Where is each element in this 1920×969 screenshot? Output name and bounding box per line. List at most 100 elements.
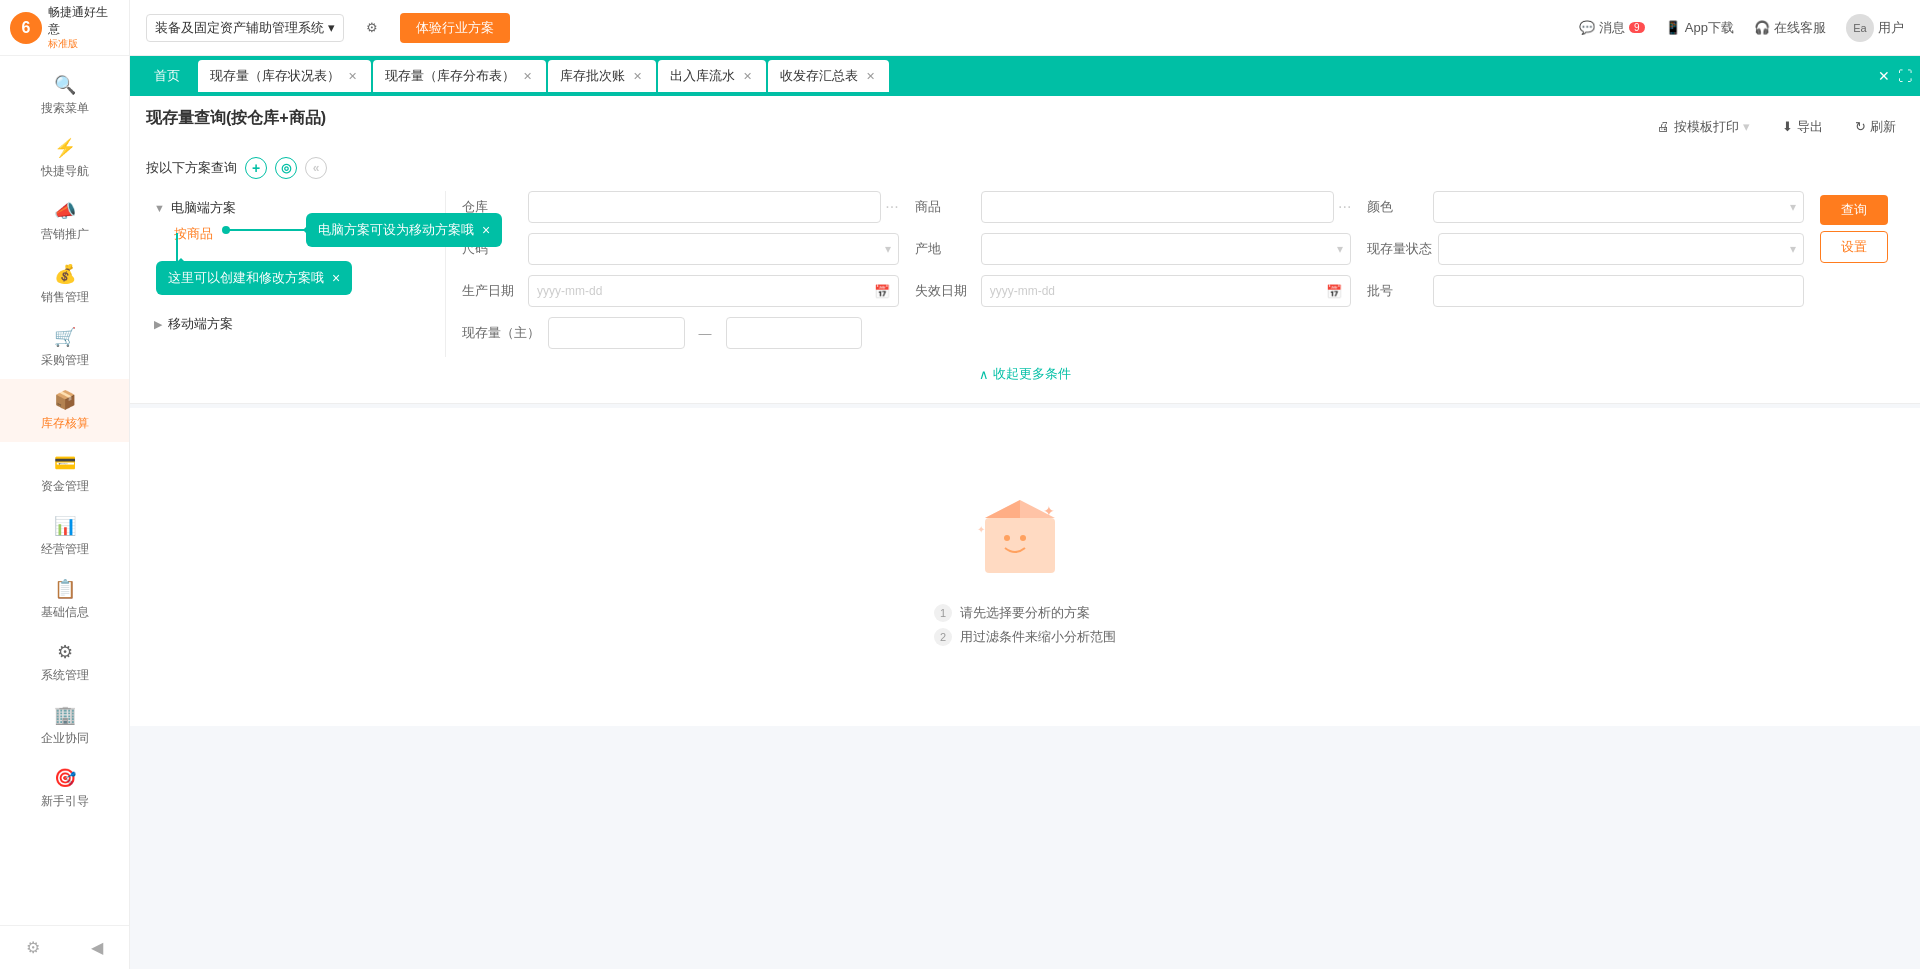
expire-date-field: 失效日期 yyyy-mm-dd 📅 (915, 275, 1352, 307)
origin-label: 产地 (915, 240, 975, 258)
message-button[interactable]: 💬 消息 9 (1579, 19, 1645, 37)
collapse-sidebar-icon[interactable]: ◀ (91, 938, 103, 957)
sidebar-item-basic[interactable]: 📋 基础信息 (0, 568, 129, 631)
scheme-item-area: 按商品 电脑方案可设为移动方案哦 × (146, 221, 433, 247)
warehouse-dots-icon[interactable]: ··· (885, 198, 898, 216)
sidebar-item-inventory[interactable]: 📦 库存核算 (0, 379, 129, 442)
tab-close-inventory-status[interactable]: ✕ (346, 68, 359, 85)
page-header: 现存量查询(按仓库+商品) 🖨 按模板打印 ▾ ⬇ 导出 ↻ 刷新 (130, 96, 1920, 145)
scheme-tree-panel: ▼ 电脑端方案 按商品 电脑方案可设为移动方案哦 × (146, 191, 446, 357)
warehouse-input[interactable] (528, 191, 881, 223)
stock-status-field: 现存量状态 ▾ (1367, 233, 1804, 265)
service-icon: 🎧 (1754, 20, 1770, 35)
goods-input[interactable] (981, 191, 1334, 223)
mobile-scheme-toggle[interactable]: ▶ 移动端方案 (146, 311, 433, 337)
expire-date-input[interactable]: yyyy-mm-dd 📅 (981, 275, 1352, 307)
chevron-down-icon-color: ▾ (1790, 200, 1796, 214)
sidebar-item-sales[interactable]: 💰 销售管理 (0, 253, 129, 316)
chevron-up-icon: ∧ (979, 367, 989, 382)
sidebar-item-purchase[interactable]: 🛒 采购管理 (0, 316, 129, 379)
tab-inout[interactable]: 出入库流水 ✕ (658, 60, 766, 92)
collapse-conditions-button[interactable]: ∧ 收起更多条件 (146, 357, 1904, 391)
batch-input[interactable] (1433, 275, 1804, 307)
tooltip1-close-button[interactable]: × (482, 222, 490, 238)
filter-fields-panel: 仓库 ··· 商品 ··· (446, 191, 1804, 357)
tab-inventory-dist[interactable]: 现存量（库存分布表） ✕ (373, 60, 546, 92)
arrow-right-icon: ▶ (154, 318, 162, 331)
print-icon: 🖨 (1657, 119, 1670, 134)
search-button-area: 查询 设置 (1804, 191, 1904, 357)
sidebar-item-finance[interactable]: 💳 资金管理 (0, 442, 129, 505)
tab-close-inventory-dist[interactable]: ✕ (521, 68, 534, 85)
tab-close-inout[interactable]: ✕ (741, 68, 754, 85)
header: 装备及固定资产辅助管理系统 ▾ ⚙ 体验行业方案 💬 消息 9 📱 App下载 … (130, 0, 1920, 56)
expire-date-label: 失效日期 (915, 282, 975, 300)
stock-max-input[interactable] (726, 317, 863, 349)
sidebar-item-operation[interactable]: 📊 经营管理 (0, 505, 129, 568)
filter-row-4: 现存量（主） — (462, 317, 862, 349)
color-select[interactable]: ▾ (1433, 191, 1804, 223)
stock-min-input[interactable] (548, 317, 685, 349)
goods-dots-icon[interactable]: ··· (1338, 198, 1351, 216)
origin-select[interactable]: ▾ (981, 233, 1352, 265)
reset-button[interactable]: 设置 (1820, 231, 1888, 263)
stock-status-select[interactable]: ▾ (1438, 233, 1804, 265)
message-icon: 💬 (1579, 20, 1595, 35)
sidebar-item-enterprise[interactable]: 🏢 企业协同 (0, 694, 129, 757)
chevron-down-icon-print: ▾ (1743, 119, 1750, 134)
sidebar-item-quick[interactable]: ⚡ 快捷导航 (0, 127, 129, 190)
tab-close-all-icon[interactable]: ✕ (1878, 68, 1890, 84)
page-title: 现存量查询(按仓库+商品) (146, 108, 326, 129)
user-area[interactable]: Ea 用户 (1846, 14, 1904, 42)
tab-close-collect[interactable]: ✕ (864, 68, 877, 85)
template-print-button[interactable]: 🖨 按模板打印 ▾ (1649, 114, 1758, 140)
produce-date-field: 生产日期 yyyy-mm-dd 📅 (462, 275, 899, 307)
stock-main-label: 现存量（主） (462, 324, 542, 342)
purchase-icon: 🛒 (54, 326, 76, 348)
svg-point-2 (1020, 535, 1026, 541)
size-select[interactable]: ▾ (528, 233, 899, 265)
sidebar-item-search[interactable]: 🔍 搜索菜单 (0, 64, 129, 127)
tab-home[interactable]: 首页 (138, 60, 196, 92)
app-download-button[interactable]: 📱 App下载 (1665, 19, 1734, 37)
empty-state: ✦ ✦ 1 请先选择要分析的方案 2 用过滤条件来缩小分析范围 (130, 408, 1920, 726)
chevron-down-icon: ▾ (328, 20, 335, 35)
arrow-down-icon: ▼ (154, 202, 165, 214)
edit-scheme-button[interactable]: ◎ (275, 157, 297, 179)
tab-collect[interactable]: 收发存汇总表 ✕ (768, 60, 889, 92)
header-left: 装备及固定资产辅助管理系统 ▾ ⚙ 体验行业方案 (146, 12, 510, 44)
tab-close-batch[interactable]: ✕ (631, 68, 644, 85)
sidebar-footer: ⚙ ◀ (0, 925, 129, 969)
refresh-button[interactable]: ↻ 刷新 (1847, 114, 1904, 140)
stock-status-label: 现存量状态 (1367, 240, 1432, 258)
search-button[interactable]: 查询 (1820, 195, 1888, 225)
add-scheme-button[interactable]: + (245, 157, 267, 179)
tooltip2-close-button[interactable]: × (332, 270, 340, 286)
settings-footer-icon[interactable]: ⚙ (26, 938, 40, 957)
phone-icon: 📱 (1665, 20, 1681, 35)
filter-body: ▼ 电脑端方案 按商品 电脑方案可设为移动方案哦 × (146, 191, 1904, 357)
system-selector[interactable]: 装备及固定资产辅助管理系统 ▾ (146, 14, 344, 42)
enterprise-icon: 🏢 (54, 704, 76, 726)
color-label: 颜色 (1367, 198, 1427, 216)
online-service-button[interactable]: 🎧 在线客服 (1754, 19, 1826, 37)
trial-button[interactable]: 体验行业方案 (400, 13, 510, 43)
back-button[interactable]: « (305, 157, 327, 179)
calendar-icon-expire: 📅 (1326, 284, 1342, 299)
tab-inventory-status[interactable]: 现存量（库存状况表） ✕ (198, 60, 371, 92)
svg-point-1 (1004, 535, 1010, 541)
tab-fullscreen-icon[interactable]: ⛶ (1898, 68, 1912, 84)
tab-batch[interactable]: 库存批次账 ✕ (548, 60, 656, 92)
settings-button[interactable]: ⚙ (356, 12, 388, 44)
sidebar-item-marketing[interactable]: 📣 营销推广 (0, 190, 129, 253)
filter-header: 按以下方案查询 + ◎ « (146, 157, 1904, 179)
produce-date-input[interactable]: yyyy-mm-dd 📅 (528, 275, 899, 307)
sidebar-item-guide[interactable]: 🎯 新手引导 (0, 757, 129, 820)
sidebar-item-system[interactable]: ⚙ 系统管理 (0, 631, 129, 694)
filter-label: 按以下方案查询 (146, 159, 237, 177)
color-field: 颜色 ▾ (1367, 191, 1804, 223)
export-button[interactable]: ⬇ 导出 (1774, 114, 1831, 140)
svg-text:✦: ✦ (977, 524, 985, 535)
svg-text:✦: ✦ (1043, 503, 1055, 519)
logo-area: 6 畅捷通好生意 标准版 (0, 0, 129, 56)
